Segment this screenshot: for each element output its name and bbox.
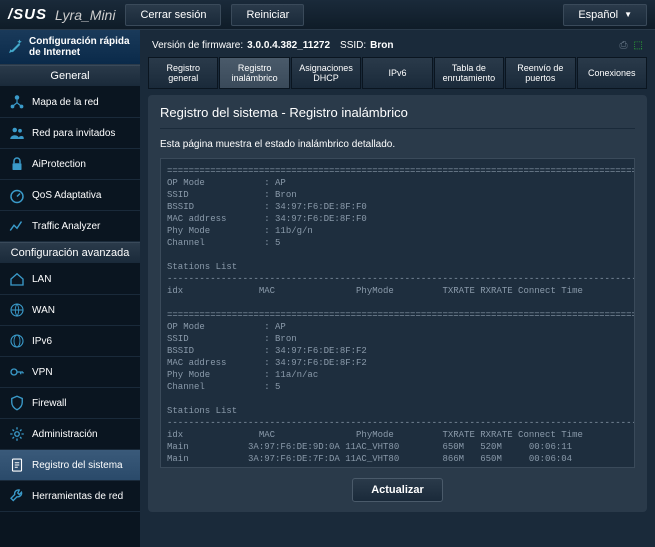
quick-setup-button[interactable]: Configuración rápida de Internet — [0, 30, 140, 65]
tab-dhcp[interactable]: Asignaciones DHCP — [291, 57, 361, 89]
magic-wand-icon — [6, 38, 24, 56]
lock-icon — [8, 155, 26, 173]
sidebar-item-label: LAN — [32, 274, 51, 285]
sidebar-item-traffic[interactable]: Traffic Analyzer — [0, 211, 140, 242]
sidebar-item-label: Registro del sistema — [32, 460, 123, 471]
globe-icon — [8, 301, 26, 319]
sidebar-item-label: QoS Adaptativa — [32, 190, 102, 201]
language-label: Español — [578, 9, 618, 21]
quick-setup-label: Configuración rápida de Internet — [29, 36, 134, 58]
sidebar-item-label: IPv6 — [32, 336, 52, 347]
wireless-log-output[interactable]: ========================================… — [160, 158, 635, 468]
home-icon — [8, 270, 26, 288]
sidebar-item-syslog[interactable]: Registro del sistema — [0, 450, 140, 481]
internet-status-icon[interactable]: ⬚ — [634, 40, 643, 51]
panel-description: Esta página muestra el estado inalámbric… — [160, 129, 635, 158]
sidebar-item-qos[interactable]: QoS Adaptativa — [0, 180, 140, 211]
sidebar-item-label: Herramientas de red — [32, 491, 123, 502]
panel-title: Registro del sistema - Registro inalámbr… — [160, 105, 635, 129]
sidebar-item-label: Traffic Analyzer — [32, 221, 100, 232]
sidebar-item-guest[interactable]: Red para invitados — [0, 118, 140, 149]
sidebar: Configuración rápida de Internet General… — [0, 30, 140, 547]
section-general: General — [0, 65, 140, 87]
people-icon — [8, 124, 26, 142]
chart-icon — [8, 217, 26, 235]
firmware-label: Versión de firmware: — [152, 40, 243, 51]
content-area: Versión de firmware: 3.0.0.4.382_11272 S… — [140, 30, 655, 547]
sidebar-item-vpn[interactable]: VPN — [0, 357, 140, 388]
network-icon — [8, 93, 26, 111]
sidebar-item-label: Firewall — [32, 398, 66, 409]
sidebar-item-nettools[interactable]: Herramientas de red — [0, 481, 140, 512]
sidebar-item-label: Mapa de la red — [32, 97, 99, 108]
chevron-down-icon: ▼ — [624, 10, 632, 19]
language-selector[interactable]: Español ▼ — [553, 4, 647, 26]
sidebar-item-label: WAN — [32, 305, 55, 316]
refresh-button[interactable]: Actualizar — [352, 478, 443, 502]
tab-general-log[interactable]: Registro general — [148, 57, 218, 89]
document-icon — [8, 456, 26, 474]
firmware-value[interactable]: 3.0.0.4.382_11272 — [247, 40, 330, 51]
sidebar-item-lan[interactable]: LAN — [0, 264, 140, 295]
globe-icon — [8, 332, 26, 350]
sidebar-item-label: Administración — [32, 429, 98, 440]
header-bar: /SUS Lyra_Mini Cerrar sesión Reiniciar E… — [0, 0, 655, 30]
shield-icon — [8, 394, 26, 412]
sidebar-item-firewall[interactable]: Firewall — [0, 388, 140, 419]
tab-wireless-log[interactable]: Registro inalámbrico — [219, 57, 289, 89]
sub-tabs: Registro general Registro inalámbrico As… — [148, 57, 647, 89]
sidebar-item-label: Red para invitados — [32, 128, 115, 139]
wrench-icon — [8, 487, 26, 505]
product-name: Lyra_Mini — [55, 7, 115, 23]
sidebar-item-ipv6[interactable]: IPv6 — [0, 326, 140, 357]
sidebar-item-label: VPN — [32, 367, 53, 378]
tab-connections[interactable]: Conexiones — [577, 57, 647, 89]
usb-status-icon[interactable]: ⎙ — [620, 40, 628, 51]
brand-logo: /SUS — [8, 6, 47, 23]
logout-button[interactable]: Cerrar sesión — [125, 4, 221, 26]
tab-ipv6[interactable]: IPv6 — [362, 57, 432, 89]
gauge-icon — [8, 186, 26, 204]
tab-routing[interactable]: Tabla de enrutamiento — [434, 57, 504, 89]
sidebar-item-label: AiProtection — [32, 159, 86, 170]
sidebar-item-networkmap[interactable]: Mapa de la red — [0, 87, 140, 118]
reboot-button[interactable]: Reiniciar — [231, 4, 304, 26]
ssid-value: Bron — [370, 40, 393, 51]
section-advanced: Configuración avanzada — [0, 242, 140, 264]
sidebar-item-wan[interactable]: WAN — [0, 295, 140, 326]
tab-portforward[interactable]: Reenvío de puertos — [505, 57, 575, 89]
sidebar-item-admin[interactable]: Administración — [0, 419, 140, 450]
log-panel: Registro del sistema - Registro inalámbr… — [148, 95, 647, 512]
sidebar-item-aiprotection[interactable]: AiProtection — [0, 149, 140, 180]
gear-icon — [8, 425, 26, 443]
firmware-line: Versión de firmware: 3.0.0.4.382_11272 S… — [148, 38, 647, 57]
key-icon — [8, 363, 26, 381]
ssid-label: SSID: — [340, 40, 366, 51]
